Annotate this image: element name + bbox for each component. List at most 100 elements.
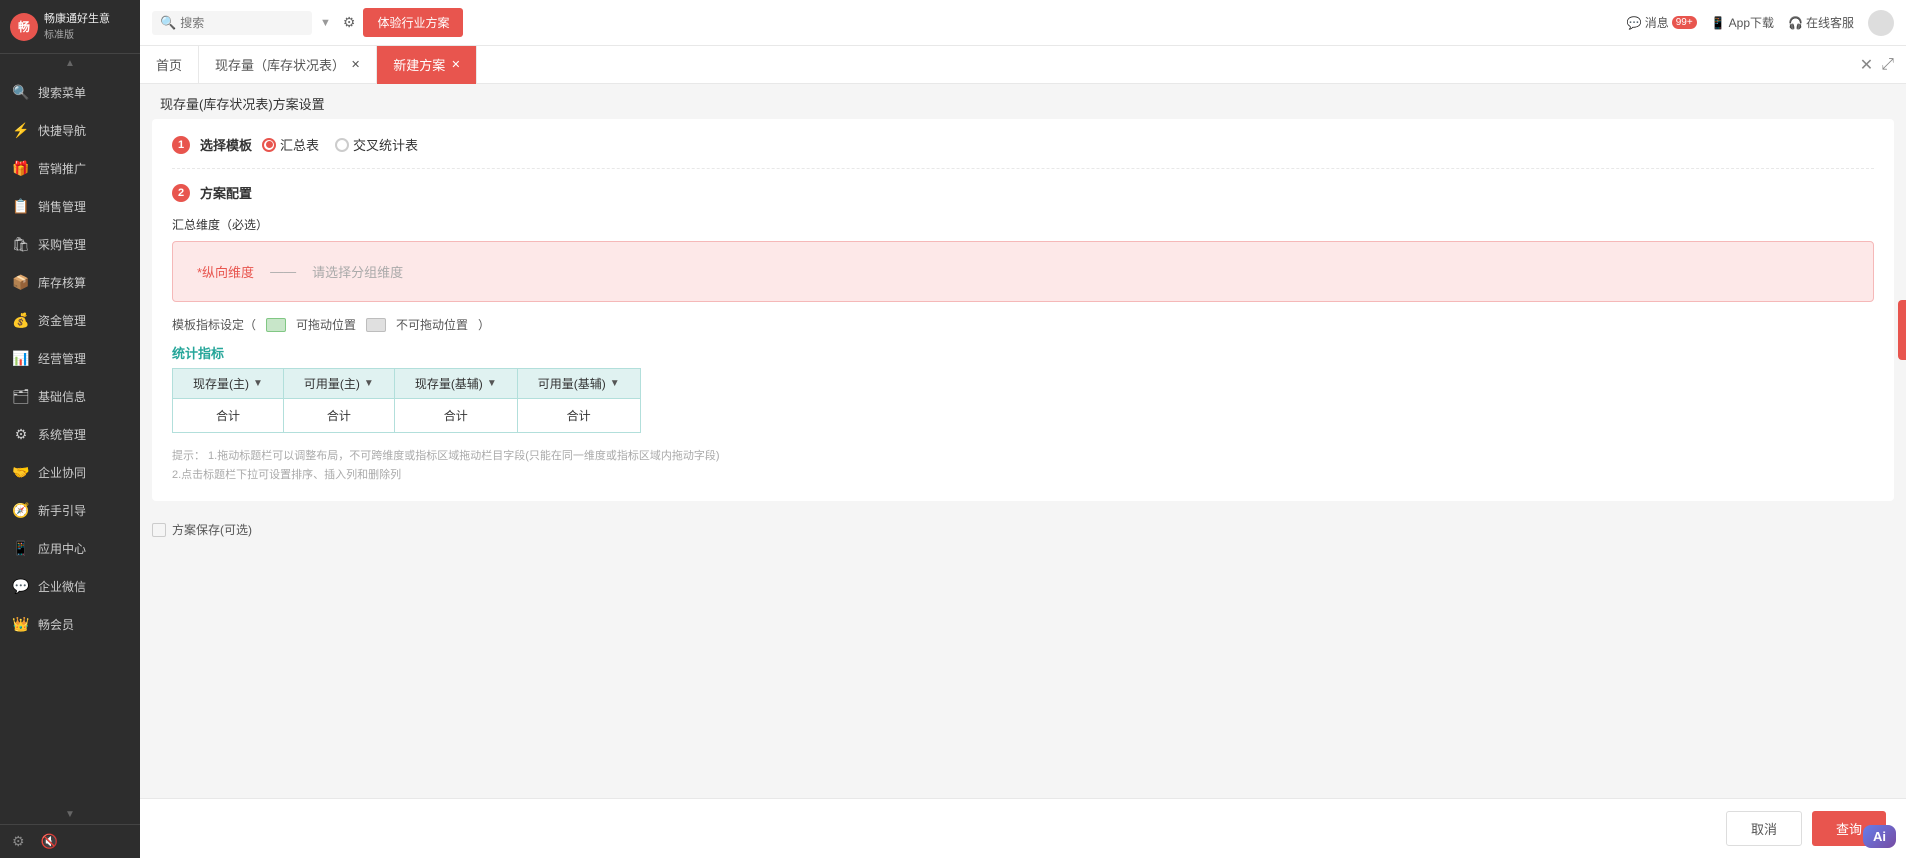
- messages-btn[interactable]: 💬 消息 99+: [1627, 14, 1697, 31]
- sidebar-item-sales[interactable]: 📋 销售管理: [0, 187, 140, 225]
- col0-label: 现存量(主): [193, 375, 249, 392]
- sidebar-item-inventory[interactable]: 📦 库存核算: [0, 263, 140, 301]
- dim-separator: ——: [270, 264, 296, 279]
- online-service-btn[interactable]: 🎧 在线客服: [1788, 14, 1854, 31]
- stats-col-header-1[interactable]: 可用量(主) ▼: [283, 369, 394, 399]
- sidebar-item-system[interactable]: ⚙ 系统管理: [0, 415, 140, 453]
- dim-required-text: *纵向维度: [197, 262, 254, 281]
- topbar-right: 💬 消息 99+ 📱 App下载 🎧 在线客服: [1627, 10, 1894, 36]
- search-chevron-icon[interactable]: ▼: [320, 17, 331, 29]
- save-checkbox[interactable]: [152, 523, 166, 537]
- col0-chevron-icon[interactable]: ▼: [253, 378, 263, 389]
- stats-cell-0: 合计: [173, 399, 284, 433]
- cancel-button[interactable]: 取消: [1726, 811, 1802, 846]
- sidebar-item-member[interactable]: 👑 畅会员: [0, 605, 140, 643]
- radio-summary[interactable]: 汇总表: [262, 135, 319, 154]
- app-logo-icon: 畅: [10, 13, 38, 41]
- stats-col-header-2[interactable]: 现存量(基辅) ▼: [394, 369, 517, 399]
- tips-section: 提示： 1.拖动标题栏可以调整布局，不可跨维度或指标区域拖动栏目字段(只能在同一…: [172, 447, 1874, 482]
- col2-label: 现存量(基辅): [415, 375, 483, 392]
- sidebar-item-search-menu[interactable]: 🔍 搜索菜单: [0, 73, 140, 111]
- col2-chevron-icon[interactable]: ▼: [487, 378, 497, 389]
- sidebar: 畅 畅康通好生意 标准版 ▲ 🔍 搜索菜单 ⚡ 快捷导航 🎁 营销推广 📋 销售…: [0, 0, 140, 858]
- step1-row: 1 选择模板 汇总表 交叉统计表: [172, 135, 1874, 154]
- trial-btn[interactable]: 体验行业方案: [363, 8, 463, 37]
- tab-inventory-status[interactable]: 现存量（库存状况表） ✕: [199, 46, 377, 84]
- sidebar-item-label: 库存核算: [38, 274, 86, 291]
- sidebar-item-enterprise[interactable]: 🤝 企业协同: [0, 453, 140, 491]
- sidebar-item-label: 营销推广: [38, 160, 86, 177]
- gear-icon[interactable]: ⚙: [343, 14, 356, 31]
- dimension-box[interactable]: *纵向维度 —— 请选择分组维度: [172, 241, 1874, 302]
- inventory-icon: 📦: [12, 273, 30, 291]
- sidebar-nav: 🔍 搜索菜单 ⚡ 快捷导航 🎁 营销推广 📋 销售管理 🛍 采购管理 📦 库存核…: [0, 73, 140, 805]
- sidebar-item-label: 畅会员: [38, 616, 74, 633]
- sidebar-item-operation[interactable]: 📊 经营管理: [0, 339, 140, 377]
- operation-icon: 📊: [12, 349, 30, 367]
- tab-home[interactable]: 首页: [140, 46, 199, 84]
- sidebar-item-label: 资金管理: [38, 312, 86, 329]
- step1-title: 选择模板: [200, 135, 252, 154]
- search-menu-icon: 🔍: [12, 83, 30, 101]
- sidebar-item-label: 应用中心: [38, 540, 86, 557]
- app-center-icon: 📱: [12, 539, 30, 557]
- tab-new-plan[interactable]: 新建方案 ✕: [377, 46, 477, 84]
- ai-badge[interactable]: Ai: [1863, 825, 1896, 848]
- app-name-block: 畅康通好生意 标准版: [44, 12, 110, 41]
- sidebar-item-quick-nav[interactable]: ⚡ 快捷导航: [0, 111, 140, 149]
- tab-inventory-status-label: 现存量（库存状况表）: [215, 55, 345, 74]
- sidebar-item-label: 快捷导航: [38, 122, 86, 139]
- user-avatar[interactable]: [1868, 10, 1894, 36]
- messages-label: 消息: [1645, 14, 1669, 31]
- search-input[interactable]: [180, 16, 280, 30]
- sidebar-item-label: 销售管理: [38, 198, 86, 215]
- tab-close-action-icon[interactable]: ✕: [1860, 55, 1873, 75]
- phone-icon: 📱: [1711, 16, 1726, 30]
- summary-dimension-label: 汇总维度（必选）: [172, 216, 1874, 233]
- basic-info-icon: 🗂: [12, 387, 30, 405]
- stats-cell-2: 合计: [394, 399, 517, 433]
- app-download-btn[interactable]: 📱 App下载: [1711, 14, 1774, 31]
- stats-cell-1: 合计: [283, 399, 394, 433]
- radio-cross-label: 交叉统计表: [353, 135, 418, 154]
- app-download-label: App下载: [1729, 14, 1774, 31]
- sidebar-scroll-up[interactable]: ▲: [0, 54, 140, 73]
- sidebar-item-purchase[interactable]: 🛍 采购管理: [0, 225, 140, 263]
- col3-chevron-icon[interactable]: ▼: [610, 378, 620, 389]
- settings-icon[interactable]: ⚙: [12, 833, 25, 850]
- sidebar-item-label: 采购管理: [38, 236, 86, 253]
- tip-line2: 2.点击标题栏下拉可设置排序、插入列和删除列: [172, 466, 1874, 482]
- sidebar-item-label: 经营管理: [38, 350, 86, 367]
- audio-icon[interactable]: 🔇: [41, 833, 58, 850]
- radio-cross[interactable]: 交叉统计表: [335, 135, 418, 154]
- sidebar-scroll-down[interactable]: ▼: [0, 805, 140, 824]
- stats-col-header-3[interactable]: 可用量(基辅) ▼: [517, 369, 640, 399]
- sidebar-item-basic-info[interactable]: 🗂 基础信息: [0, 377, 140, 415]
- template-indicator-row: 模板指标设定（ 可拖动位置 不可拖动位置 ）: [172, 316, 1874, 333]
- sidebar-item-finance[interactable]: 💰 资金管理: [0, 301, 140, 339]
- enterprise-icon: 🤝: [12, 463, 30, 481]
- content-area: 现存量(库存状况表)方案设置 1 选择模板 汇总表 交叉统计表: [140, 84, 1906, 798]
- step1-badge: 1: [172, 136, 190, 154]
- sidebar-item-new-guide[interactable]: 🧭 新手引导: [0, 491, 140, 529]
- col1-chevron-icon[interactable]: ▼: [364, 378, 374, 389]
- new-guide-icon: 🧭: [12, 501, 30, 519]
- stats-col-header-0[interactable]: 现存量(主) ▼: [173, 369, 284, 399]
- tab-inventory-close-icon[interactable]: ✕: [351, 58, 360, 71]
- sidebar-item-wechat[interactable]: 💬 企业微信: [0, 567, 140, 605]
- settings-panel: 1 选择模板 汇总表 交叉统计表 2 方案配置: [152, 119, 1894, 501]
- sidebar-bottom: ⚙ 🔇: [0, 824, 140, 858]
- draggable-label: 可拖动位置: [296, 316, 356, 333]
- stats-table-row: 合计 合计 合计 合计: [173, 399, 641, 433]
- right-scroll-handle[interactable]: [1898, 300, 1906, 360]
- topbar: 🔍 ▼ ⚙ 体验行业方案 💬 消息 99+ 📱 App下载 🎧 在线客服: [140, 0, 1906, 46]
- page-title: 现存量(库存状况表)方案设置: [140, 84, 1906, 119]
- tab-new-plan-close-icon[interactable]: ✕: [451, 58, 460, 71]
- search-box[interactable]: 🔍: [152, 11, 312, 35]
- main-area: 🔍 ▼ ⚙ 体验行业方案 💬 消息 99+ 📱 App下载 🎧 在线客服: [140, 0, 1906, 858]
- sidebar-item-marketing[interactable]: 🎁 营销推广: [0, 149, 140, 187]
- wechat-icon: 💬: [12, 577, 30, 595]
- sidebar-item-app-center[interactable]: 📱 应用中心: [0, 529, 140, 567]
- tab-expand-action-icon[interactable]: ⤢: [1881, 56, 1894, 74]
- bottom-bar: 取消 查询: [140, 798, 1906, 858]
